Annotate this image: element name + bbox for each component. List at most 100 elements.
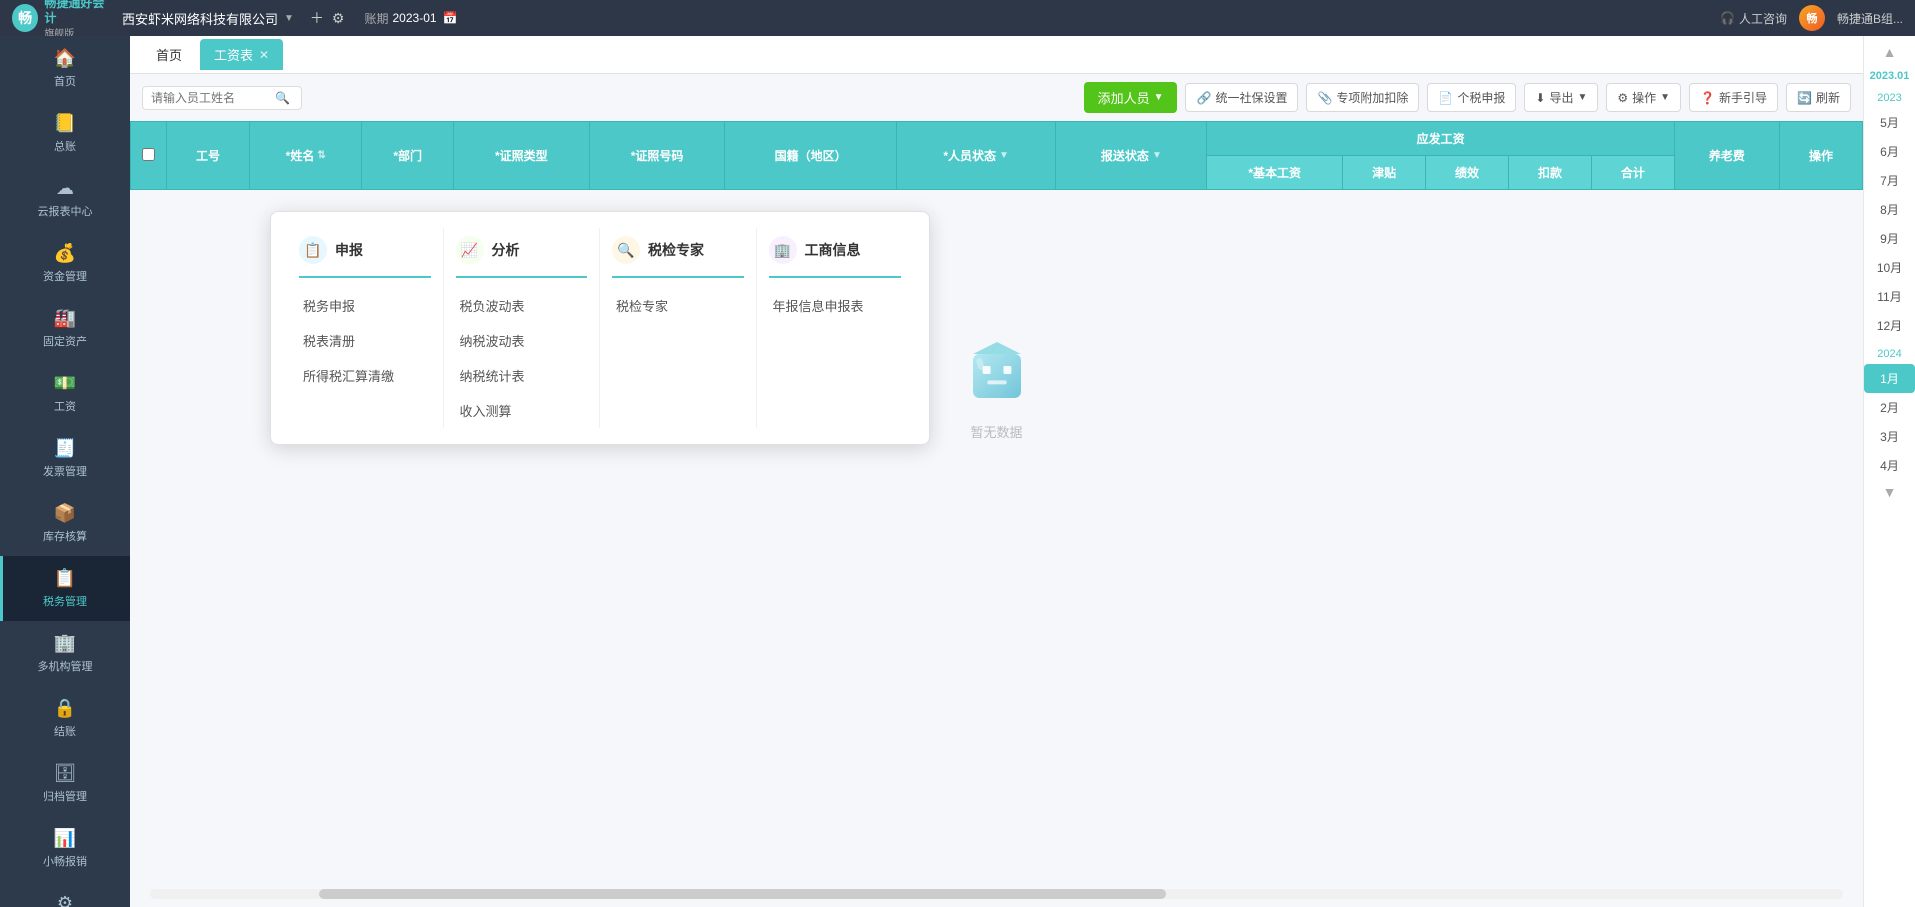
- app-logo: 畅 畅捷通好会计 旗舰版: [12, 0, 112, 40]
- sidebar-item-multi-org[interactable]: 🏢 多机构管理: [0, 621, 130, 686]
- dropdown-item-annual-report[interactable]: 年报信息申报表: [769, 288, 902, 323]
- guide-button[interactable]: ❓ 新手引导: [1689, 83, 1778, 112]
- service-label: 人工咨询: [1739, 10, 1787, 27]
- month-2023-9[interactable]: 9月: [1864, 224, 1915, 253]
- dropdown-item-tax-stats[interactable]: 纳税统计表: [456, 358, 588, 393]
- user-avatar[interactable]: 畅: [1799, 5, 1825, 31]
- dropdown-item-income-settlement[interactable]: 所得税汇算清缴: [299, 358, 431, 393]
- dropdown-header-tax-expert: 🔍 税检专家: [612, 228, 744, 278]
- dropdown-item-tax-clearance[interactable]: 税表清册: [299, 323, 431, 358]
- tab-home[interactable]: 首页: [142, 39, 196, 70]
- month-2024-2[interactable]: 2月: [1864, 393, 1915, 422]
- dropdown-item-tax-declaration[interactable]: 税务申报: [299, 288, 431, 323]
- closing-icon: 🔒: [54, 698, 76, 719]
- export-label: 导出: [1549, 89, 1573, 106]
- sidebar-item-fund[interactable]: 💰 资金管理: [0, 231, 130, 296]
- dropdown-item-tax-check[interactable]: 税检专家: [612, 288, 744, 323]
- th-pension: 养老费: [1674, 122, 1779, 190]
- empty-state-icon: [957, 330, 1037, 410]
- th-action: 操作: [1779, 122, 1862, 190]
- month-2023-10[interactable]: 10月: [1864, 253, 1915, 282]
- guide-toolbar-label: 新手引导: [1719, 89, 1767, 106]
- sidebar-label-archive: 归档管理: [43, 788, 87, 804]
- sidebar-label-salary: 工资: [54, 398, 76, 414]
- fixed-assets-icon: 🏭: [54, 308, 76, 329]
- month-2023-11[interactable]: 11月: [1864, 282, 1915, 311]
- sidebar-item-mini-report[interactable]: 📊 小畅报销: [0, 816, 130, 881]
- toolbar: 🔍 添加人员 ▼ 🔗 统一社保设置 📎 专项附加扣除 📄 个税申报: [130, 74, 1863, 121]
- month-2023-5[interactable]: 5月: [1864, 108, 1915, 137]
- basic-settings-icon: ⚙: [57, 893, 73, 907]
- user-name[interactable]: 畅捷通B组...: [1837, 10, 1903, 27]
- calendar-icon[interactable]: 📅: [443, 11, 458, 25]
- special-deduction-button[interactable]: 📎 专项附加扣除: [1306, 83, 1419, 112]
- th-nationality: 国籍（地区）: [725, 122, 896, 190]
- filter-icon-status[interactable]: ▼: [999, 150, 1009, 161]
- month-2023-6[interactable]: 6月: [1864, 137, 1915, 166]
- month-2023-7[interactable]: 7月: [1864, 166, 1915, 195]
- sidebar-item-cloud-report[interactable]: ☁ 云报表中心: [0, 166, 130, 231]
- date-nav-up[interactable]: ▲: [1879, 40, 1901, 64]
- dropdown-section-business-info: 🏢 工商信息 年报信息申报表: [757, 228, 914, 428]
- th-salary-group: 应发工资: [1207, 122, 1675, 156]
- operation-button[interactable]: ⚙ 操作 ▼: [1606, 83, 1681, 112]
- th-name[interactable]: *姓名 ⇅: [249, 122, 362, 190]
- dropdown-item-tax-burden[interactable]: 税负波动表: [456, 288, 588, 323]
- sidebar-item-invoice[interactable]: 🧾 发票管理: [0, 426, 130, 491]
- filter-icon-report[interactable]: ▼: [1152, 150, 1162, 161]
- select-all-checkbox[interactable]: [142, 148, 155, 161]
- th-checkbox[interactable]: [131, 122, 167, 190]
- scrollbar-track[interactable]: [150, 889, 1843, 899]
- add-person-chevron-icon: ▼: [1154, 92, 1164, 103]
- sidebar-label-closing: 结账: [54, 723, 76, 739]
- month-2024-1[interactable]: 1月: [1864, 364, 1915, 393]
- sidebar-label-cloud: 云报表中心: [38, 203, 93, 219]
- month-2023-12[interactable]: 12月: [1864, 311, 1915, 340]
- add-person-button[interactable]: 添加人员 ▼: [1084, 82, 1178, 113]
- tax-dropdown-menu[interactable]: 📋 申报 税务申报 税表清册 所得税汇算清缴 📈 分析 税负波动表: [270, 211, 930, 445]
- sidebar-item-basic-settings[interactable]: ⚙ 基础设置: [0, 881, 130, 907]
- sidebar-label-fixed-assets: 固定资产: [43, 333, 87, 349]
- company-selector[interactable]: 西安虾米网络科技有限公司 ▼: [122, 9, 294, 28]
- sidebar-label-home: 首页: [54, 73, 76, 89]
- refresh-icon: 🔄: [1797, 91, 1812, 105]
- dropdown-header-declaration: 📋 申报: [299, 228, 431, 278]
- th-status[interactable]: *人员状态 ▼: [896, 122, 1056, 190]
- sidebar-item-home[interactable]: 🏠 首页: [0, 36, 130, 101]
- search-input[interactable]: [151, 91, 271, 105]
- th-report-status[interactable]: 报送状态 ▼: [1056, 122, 1207, 190]
- search-box[interactable]: 🔍: [142, 86, 302, 110]
- cloud-icon: ☁: [56, 178, 74, 199]
- th-deduction: 扣款: [1508, 156, 1591, 190]
- operation-label: 操作: [1632, 89, 1656, 106]
- sidebar-item-tax[interactable]: 📋 税务管理: [0, 556, 130, 621]
- sidebar-item-salary[interactable]: 💵 工资: [0, 361, 130, 426]
- service-button[interactable]: 🎧 人工咨询: [1720, 10, 1787, 27]
- th-performance: 绩效: [1426, 156, 1509, 190]
- date-nav-down[interactable]: ▼: [1879, 480, 1901, 504]
- add-company-icon[interactable]: ＋: [310, 8, 324, 28]
- dropdown-item-income-calc[interactable]: 收入测算: [456, 393, 588, 428]
- sidebar-item-closing[interactable]: 🔒 结账: [0, 686, 130, 751]
- month-2024-3[interactable]: 3月: [1864, 422, 1915, 451]
- social-insurance-button[interactable]: 🔗 统一社保设置: [1185, 83, 1298, 112]
- dropdown-item-tax-dynamic[interactable]: 纳税波动表: [456, 323, 588, 358]
- tab-salary[interactable]: 工资表 ✕: [200, 39, 283, 70]
- scrollbar-thumb[interactable]: [319, 889, 1166, 899]
- settings-icon[interactable]: ⚙: [332, 10, 345, 27]
- content-area: 首页 工资表 ✕ 🔍 添加人员 ▼ 🔗 统一社保设置: [130, 36, 1863, 907]
- sidebar-item-fixed-assets[interactable]: 🏭 固定资产: [0, 296, 130, 361]
- export-button[interactable]: ⬇ 导出 ▼: [1524, 83, 1598, 112]
- dropdown-section-declaration: 📋 申报 税务申报 税表清册 所得税汇算清缴: [287, 228, 444, 428]
- personal-tax-button[interactable]: 📄 个税申报: [1427, 83, 1516, 112]
- sort-icon-name[interactable]: ⇅: [317, 150, 325, 161]
- sidebar-item-inventory[interactable]: 📦 库存核算: [0, 491, 130, 556]
- month-2024-4[interactable]: 4月: [1864, 451, 1915, 480]
- operation-icon: ⚙: [1617, 91, 1628, 105]
- refresh-button[interactable]: 🔄 刷新: [1786, 83, 1851, 112]
- declaration-section-icon: 📋: [299, 236, 327, 264]
- sidebar-item-ledger[interactable]: 📒 总账: [0, 101, 130, 166]
- tab-close-icon[interactable]: ✕: [259, 48, 269, 62]
- sidebar-item-archive[interactable]: 🗄 归档管理: [0, 751, 130, 816]
- month-2023-8[interactable]: 8月: [1864, 195, 1915, 224]
